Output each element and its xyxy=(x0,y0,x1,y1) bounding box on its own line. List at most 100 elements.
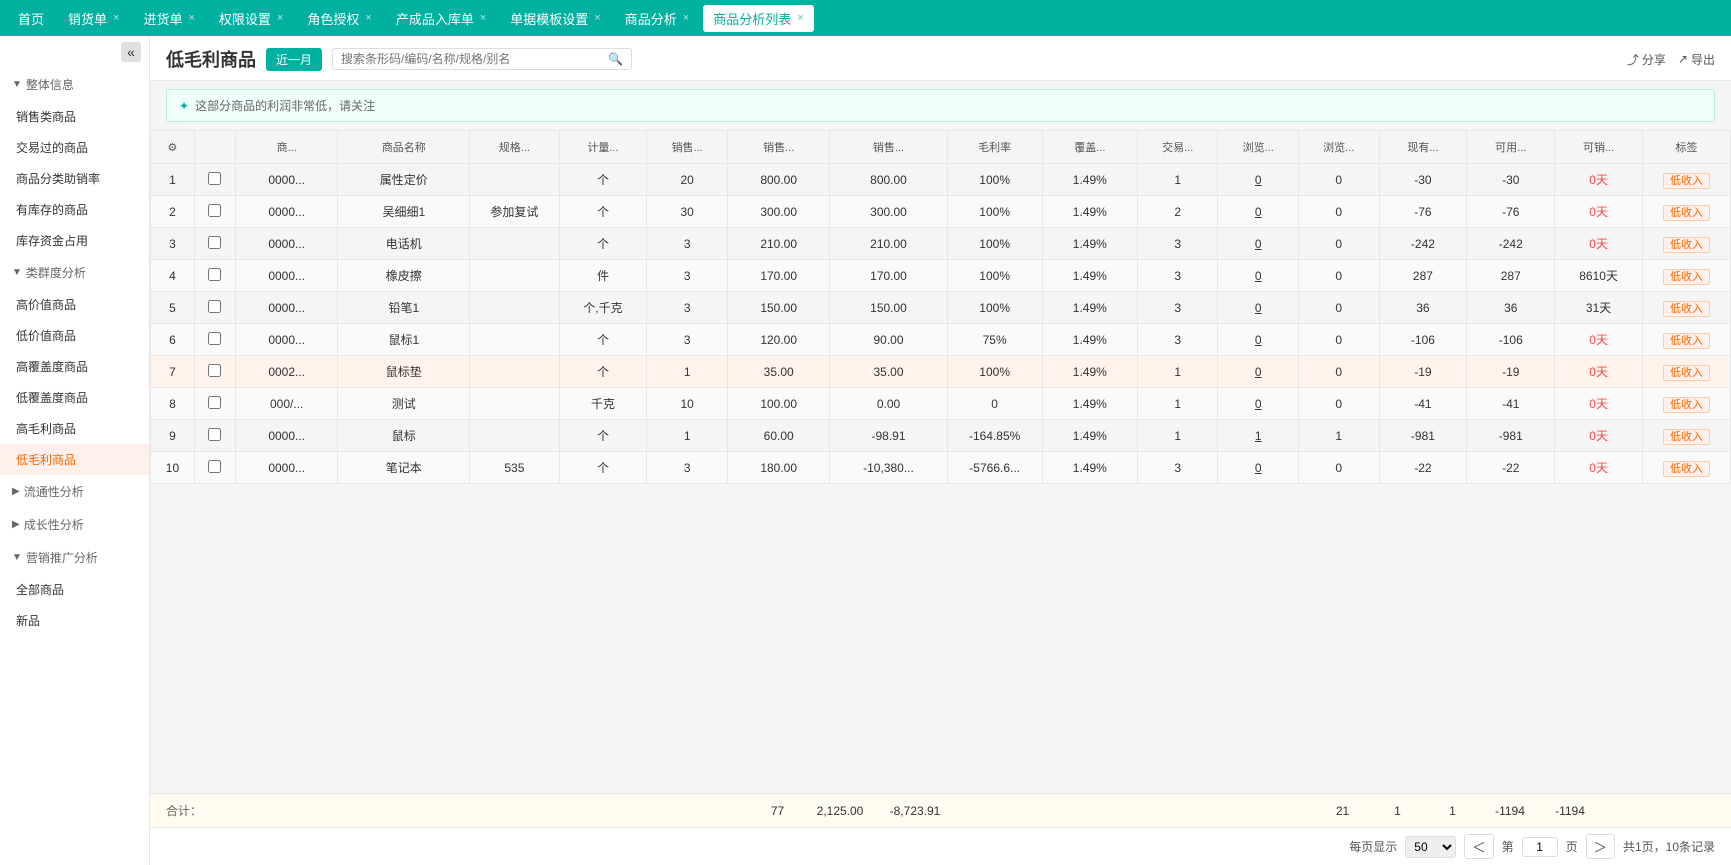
export-button[interactable]: ↗ 导出 xyxy=(1678,51,1715,68)
row-browse1[interactable]: 0 xyxy=(1218,196,1299,228)
page-input[interactable] xyxy=(1522,837,1558,857)
sidebar-item-商品分类助销率[interactable]: 商品分类助销率 xyxy=(0,163,149,194)
col-header-spec[interactable]: 规格... xyxy=(470,131,559,164)
sidebar-collapse-btn[interactable]: « xyxy=(121,42,141,62)
sidebar-item-库存资金占用[interactable]: 库存资金占用 xyxy=(0,225,149,256)
nav-item-商品分析列表[interactable]: 商品分析列表× xyxy=(703,5,813,32)
checkbox-input[interactable] xyxy=(208,204,221,217)
nav-item-权限设置[interactable]: 权限设置× xyxy=(209,5,293,32)
sidebar-group-成长性分析[interactable]: ▶成长性分析 xyxy=(0,508,149,541)
sidebar-item-销售类商品[interactable]: 销售类商品 xyxy=(0,101,149,132)
row-browse1[interactable]: 0 xyxy=(1218,452,1299,484)
nav-item-产成品入库单[interactable]: 产成品入库单× xyxy=(386,5,496,32)
row-checkbox[interactable] xyxy=(194,452,235,484)
row-checkbox[interactable] xyxy=(194,260,235,292)
row-checkbox[interactable] xyxy=(194,324,235,356)
row-browse1[interactable]: 1 xyxy=(1218,420,1299,452)
checkbox-input[interactable] xyxy=(208,332,221,345)
table-row: 60000...鼠标1个3120.0090.0075%1.49%300-106-… xyxy=(151,324,1731,356)
row-checkbox[interactable] xyxy=(194,228,235,260)
col-header-available[interactable]: 可用... xyxy=(1467,131,1555,164)
alert-bar: ✦ 这部分商品的利润非常低，请关注 xyxy=(166,89,1715,122)
row-unit: 个 xyxy=(559,356,647,388)
nav-item-角色授权[interactable]: 角色授权× xyxy=(297,5,381,32)
sidebar-item-低毛利商品[interactable]: 低毛利商品 xyxy=(0,444,149,475)
col-header-browse2[interactable]: 浏览... xyxy=(1298,131,1379,164)
search-input[interactable] xyxy=(341,52,604,66)
nav-close-icon[interactable]: × xyxy=(277,12,283,24)
sidebar-item-全部商品[interactable]: 全部商品 xyxy=(0,574,149,605)
col-header-name[interactable]: 商品名称 xyxy=(338,131,470,164)
row-checkbox[interactable] xyxy=(194,388,235,420)
nav-item-单据模板设置[interactable]: 单据模板设置× xyxy=(500,5,610,32)
row-checkbox[interactable] xyxy=(194,420,235,452)
row-checkbox[interactable] xyxy=(194,292,235,324)
sidebar-item-高毛利商品[interactable]: 高毛利商品 xyxy=(0,413,149,444)
row-tag: 低收入 xyxy=(1643,228,1731,260)
nav-close-icon[interactable]: × xyxy=(480,12,486,24)
col-header-sales_amount[interactable]: 销售... xyxy=(830,131,947,164)
col-header-code[interactable]: 商... xyxy=(235,131,338,164)
col-header-saleable[interactable]: 可销... xyxy=(1555,131,1643,164)
sidebar-item-交易过的商品[interactable]: 交易过的商品 xyxy=(0,132,149,163)
period-button[interactable]: 近一月 xyxy=(266,48,322,71)
sidebar-group-整体信息[interactable]: ▼整体信息 xyxy=(0,68,149,101)
col-header-unit[interactable]: 计量... xyxy=(559,131,647,164)
row-browse1[interactable]: 0 xyxy=(1218,164,1299,196)
nav-close-icon[interactable]: × xyxy=(594,12,600,24)
nav-item-首页[interactable]: 首页 xyxy=(8,5,54,32)
checkbox-input[interactable] xyxy=(208,428,221,441)
sidebar-item-低覆盖度商品[interactable]: 低覆盖度商品 xyxy=(0,382,149,413)
nav-close-icon[interactable]: × xyxy=(797,12,803,24)
col-header-settings[interactable]: ⚙ xyxy=(151,131,195,164)
group-arrow-icon: ▼ xyxy=(12,79,22,90)
sidebar-group-营销推广分析[interactable]: ▼营销推广分析 xyxy=(0,541,149,574)
col-header-current_stock[interactable]: 现有... xyxy=(1379,131,1467,164)
nav-close-icon[interactable]: × xyxy=(188,12,194,24)
checkbox-input[interactable] xyxy=(208,236,221,249)
row-browse1[interactable]: 0 xyxy=(1218,388,1299,420)
row-checkbox[interactable] xyxy=(194,196,235,228)
checkbox-input[interactable] xyxy=(208,268,221,281)
next-page-btn[interactable]: ＞ xyxy=(1586,834,1615,859)
nav-close-icon[interactable]: × xyxy=(365,12,371,24)
prev-page-btn[interactable]: ＜ xyxy=(1464,834,1493,859)
row-checkbox[interactable] xyxy=(194,164,235,196)
row-browse1[interactable]: 0 xyxy=(1218,324,1299,356)
sidebar-item-高价值商品[interactable]: 高价值商品 xyxy=(0,289,149,320)
group-arrow-icon: ▼ xyxy=(12,267,22,278)
checkbox-input[interactable] xyxy=(208,172,221,185)
nav-item-商品分析[interactable]: 商品分析× xyxy=(615,5,699,32)
checkbox-input[interactable] xyxy=(208,364,221,377)
col-header-check[interactable] xyxy=(194,131,235,164)
col-header-sales_price[interactable]: 销售... xyxy=(727,131,830,164)
nav-close-icon[interactable]: × xyxy=(113,12,119,24)
col-header-browse1[interactable]: 浏览... xyxy=(1218,131,1299,164)
row-name: 鼠标垫 xyxy=(338,356,470,388)
row-checkbox[interactable] xyxy=(194,356,235,388)
sidebar-group-流通性分析[interactable]: ▶流通性分析 xyxy=(0,475,149,508)
checkbox-input[interactable] xyxy=(208,396,221,409)
row-browse1[interactable]: 0 xyxy=(1218,228,1299,260)
sidebar-item-高覆盖度商品[interactable]: 高覆盖度商品 xyxy=(0,351,149,382)
checkbox-input[interactable] xyxy=(208,460,221,473)
nav-close-icon[interactable]: × xyxy=(683,12,689,24)
nav-item-进货单[interactable]: 进货单× xyxy=(133,5,204,32)
row-browse1[interactable]: 0 xyxy=(1218,260,1299,292)
checkbox-input[interactable] xyxy=(208,300,221,313)
share-button[interactable]: ⤴ 分享 xyxy=(1627,51,1666,68)
sidebar-item-低价值商品[interactable]: 低价值商品 xyxy=(0,320,149,351)
sidebar-item-有库存的商品[interactable]: 有库存的商品 xyxy=(0,194,149,225)
sidebar-group-类群度分析[interactable]: ▼类群度分析 xyxy=(0,256,149,289)
col-header-sales_qty[interactable]: 销售... xyxy=(647,131,728,164)
col-header-gross_rate[interactable]: 毛利率 xyxy=(947,131,1042,164)
col-header-coverage[interactable]: 覆盖... xyxy=(1042,131,1137,164)
col-header-tag[interactable]: 标签 xyxy=(1643,131,1731,164)
sidebar-item-新品[interactable]: 新品 xyxy=(0,605,149,636)
nav-item-销货单[interactable]: 销货单× xyxy=(58,5,129,32)
row-browse1[interactable]: 0 xyxy=(1218,292,1299,324)
per-page-select[interactable]: 50 20 100 xyxy=(1405,836,1456,858)
row-sales-price: 300.00 xyxy=(727,196,830,228)
row-browse1[interactable]: 0 xyxy=(1218,356,1299,388)
col-header-transactions[interactable]: 交易... xyxy=(1137,131,1218,164)
